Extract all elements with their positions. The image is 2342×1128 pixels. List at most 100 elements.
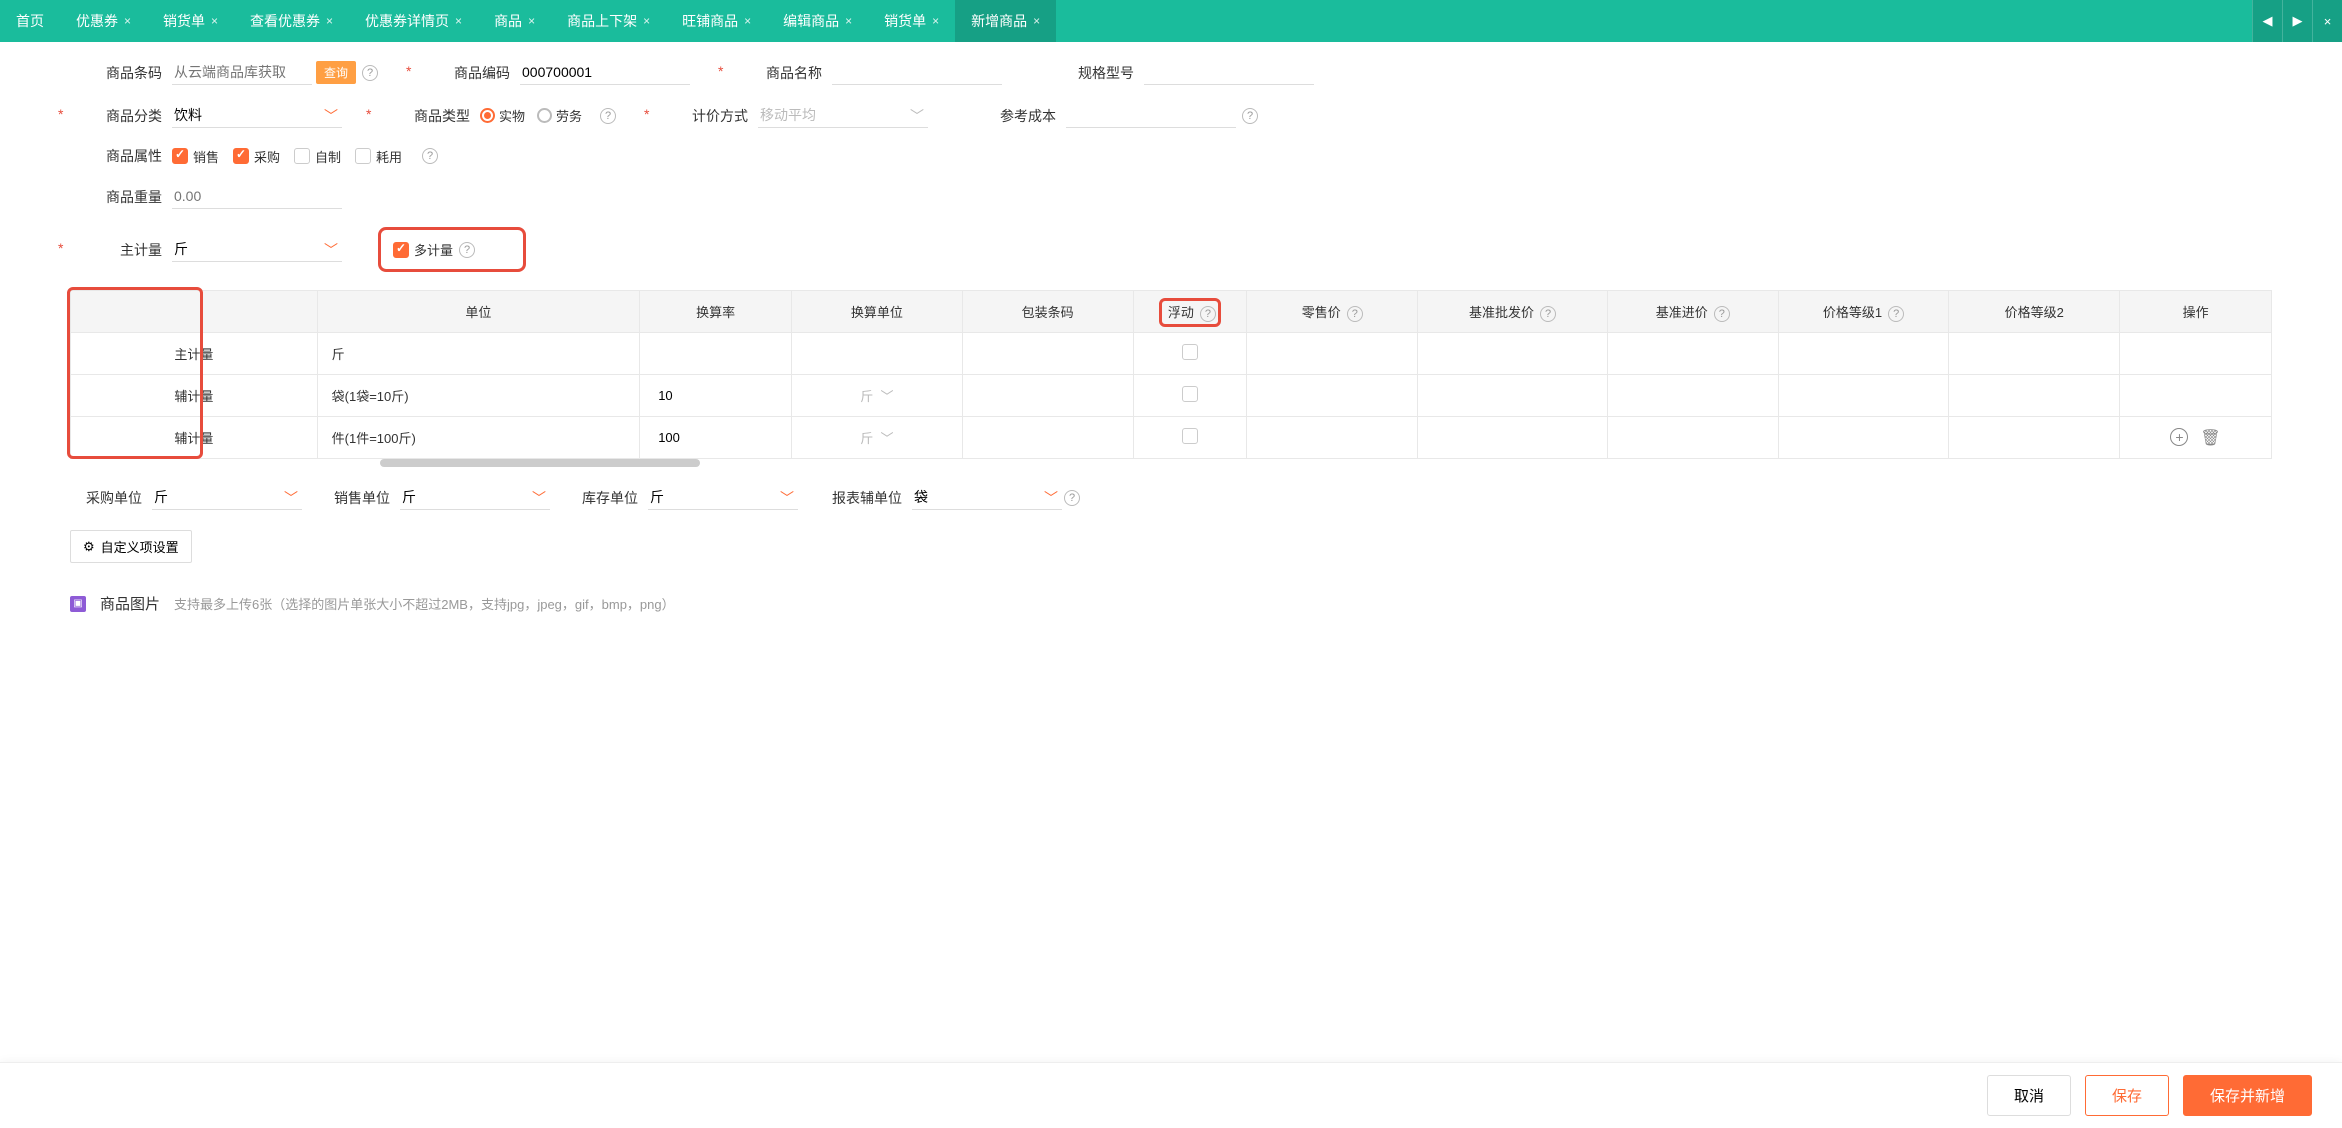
footer-bar: 取消 保存 保存并新增 (0, 1062, 2342, 1128)
sale-unit-label: 销售单位 (318, 488, 390, 508)
close-icon[interactable]: × (845, 14, 852, 28)
stock-unit-select[interactable] (648, 485, 798, 510)
name-label: 商品名称 (730, 63, 822, 83)
help-icon[interactable]: ? (1347, 306, 1363, 322)
weight-label: 商品重量 (70, 187, 162, 207)
report-unit-label: 报表辅单位 (814, 488, 902, 508)
custom-fields-button[interactable]: ⚙自定义项设置 (70, 530, 192, 563)
highlight-float-col: 浮动? (1159, 298, 1221, 327)
tab-coupondetail[interactable]: 优惠券详情页× (349, 0, 478, 42)
sale-unit-select[interactable] (400, 485, 550, 510)
close-icon[interactable]: × (455, 14, 462, 28)
image-title: 商品图片 (100, 593, 160, 614)
pricing-select[interactable] (758, 103, 928, 128)
chk-selfmade[interactable]: 自制 (294, 147, 341, 166)
save-button[interactable]: 保存 (2085, 1075, 2169, 1116)
close-icon[interactable]: × (932, 14, 939, 28)
type-label: 商品类型 (378, 106, 470, 126)
chk-purchase[interactable]: 采购 (233, 147, 280, 166)
stock-unit-label: 库存单位 (566, 488, 638, 508)
help-icon[interactable]: ? (459, 242, 475, 258)
query-button[interactable]: 查询 (316, 61, 356, 84)
unit-table: 单位 换算率 换算单位 包装条码 浮动? 零售价? 基准批发价? 基准进价? 价… (70, 290, 2272, 467)
chk-consume[interactable]: 耗用 (355, 147, 402, 166)
help-icon[interactable]: ? (1200, 306, 1216, 322)
help-icon[interactable]: ? (1064, 490, 1080, 506)
table-row: 主计量 斤 (71, 333, 2272, 375)
refcost-input[interactable] (1066, 103, 1236, 128)
unit-cell[interactable]: 袋(1袋=10斤) (317, 375, 640, 417)
radio-service[interactable]: 劳务 (537, 106, 582, 125)
close-icon[interactable]: × (744, 14, 751, 28)
chk-multiunit[interactable]: 多计量 (393, 240, 453, 259)
chk-sale[interactable]: 销售 (172, 147, 219, 166)
float-checkbox[interactable] (1182, 386, 1198, 402)
spec-label: 规格型号 (1042, 63, 1134, 83)
unit-cell[interactable]: 件(1件=100斤) (317, 417, 640, 459)
tab-edit[interactable]: 编辑商品× (767, 0, 868, 42)
close-icon[interactable]: × (528, 14, 535, 28)
tab-onoff[interactable]: 商品上下架× (551, 0, 666, 42)
horizontal-scrollbar[interactable] (380, 459, 700, 467)
category-select[interactable] (172, 103, 342, 128)
weight-input[interactable] (172, 184, 342, 209)
spec-input[interactable] (1144, 60, 1314, 85)
float-checkbox[interactable] (1182, 428, 1198, 444)
highlight-multiunit: 多计量 ? (378, 227, 526, 272)
rate-input[interactable] (654, 388, 783, 403)
tabs-next[interactable]: ▶ (2282, 0, 2312, 42)
code-input[interactable] (520, 60, 690, 85)
barcode-label: 商品条码 (70, 63, 162, 83)
table-header-row: 单位 换算率 换算单位 包装条码 浮动? 零售价? 基准批发价? 基准进价? 价… (71, 291, 2272, 333)
tab-shop[interactable]: 旺铺商品× (666, 0, 767, 42)
gear-icon: ⚙ (83, 539, 95, 555)
rate-input[interactable] (654, 430, 783, 445)
tab-product[interactable]: 商品× (478, 0, 551, 42)
close-icon[interactable]: × (211, 14, 218, 28)
tab-home[interactable]: 首页 (0, 0, 60, 42)
help-icon[interactable]: ? (600, 108, 616, 124)
float-checkbox[interactable] (1182, 344, 1198, 360)
help-icon[interactable]: ? (422, 148, 438, 164)
tabs-close-all[interactable]: × (2312, 0, 2342, 42)
close-icon[interactable]: × (326, 14, 333, 28)
cancel-button[interactable]: 取消 (1987, 1075, 2071, 1116)
help-icon[interactable]: ? (362, 65, 378, 81)
attr-label: 商品属性 (70, 146, 162, 166)
barcode-input[interactable] (172, 60, 312, 85)
add-row-button[interactable]: + (2170, 428, 2188, 446)
help-icon[interactable]: ? (1888, 306, 1904, 322)
tab-coupon[interactable]: 优惠券× (60, 0, 147, 42)
mainunit-label: 主计量 (70, 240, 162, 260)
convunit-select[interactable]: 斤 ﹀ (800, 428, 954, 447)
tabs-prev[interactable]: ◀ (2252, 0, 2282, 42)
tab-sales1[interactable]: 销货单× (147, 0, 234, 42)
tabs-bar: 首页 优惠券× 销货单× 查看优惠券× 优惠券详情页× 商品× 商品上下架× 旺… (0, 0, 2342, 42)
delete-row-button[interactable]: 🗑 (2200, 428, 2220, 448)
refcost-label: 参考成本 (964, 106, 1056, 126)
radio-physical[interactable]: 实物 (480, 106, 525, 125)
code-label: 商品编码 (418, 63, 510, 83)
tab-sales2[interactable]: 销货单× (868, 0, 955, 42)
category-label: 商品分类 (70, 106, 162, 126)
purchase-unit-select[interactable] (152, 485, 302, 510)
unit-cell[interactable]: 斤 (317, 333, 640, 375)
close-icon[interactable]: × (1033, 14, 1040, 28)
name-input[interactable] (832, 60, 1002, 85)
close-icon[interactable]: × (124, 14, 131, 28)
table-row: 辅计量 件(1件=100斤) 斤 ﹀ +🗑 (71, 417, 2272, 459)
tab-viewcoupon[interactable]: 查看优惠券× (234, 0, 349, 42)
help-icon[interactable]: ? (1714, 306, 1730, 322)
image-icon: ▣ (70, 596, 86, 612)
help-icon[interactable]: ? (1540, 306, 1556, 322)
pricing-label: 计价方式 (656, 106, 748, 126)
save-and-new-button[interactable]: 保存并新增 (2183, 1075, 2312, 1116)
price-cell[interactable] (1247, 333, 1418, 375)
close-icon[interactable]: × (643, 14, 650, 28)
image-hint: 支持最多上传6张（选择的图片单张大小不超过2MB，支持jpg，jpeg，gif，… (174, 594, 675, 613)
tab-newproduct[interactable]: 新增商品× (955, 0, 1056, 42)
report-unit-select[interactable] (912, 485, 1062, 510)
convunit-select[interactable]: 斤 ﹀ (800, 386, 954, 405)
help-icon[interactable]: ? (1242, 108, 1258, 124)
mainunit-select[interactable] (172, 237, 342, 262)
